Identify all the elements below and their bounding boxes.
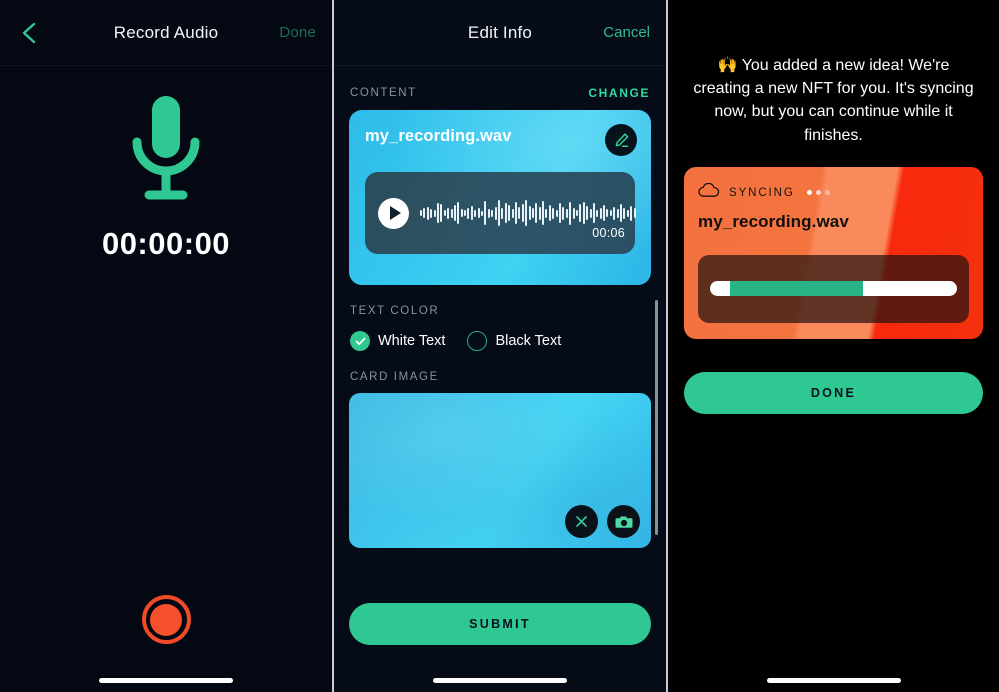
submit-button[interactable]: SUBMIT xyxy=(349,603,651,645)
cloud-icon xyxy=(698,182,720,203)
audio-filename: my_recording.wav xyxy=(365,127,512,145)
record-nav-bar: Record Audio Done xyxy=(0,0,332,66)
content-section-label: CONTENT xyxy=(350,87,417,99)
audio-preview-card: my_recording.wav 00:06 xyxy=(349,110,651,285)
card-image-section-header: CARD IMAGE xyxy=(334,371,666,383)
cancel-button[interactable]: Cancel xyxy=(603,24,650,41)
done-button[interactable]: DONE xyxy=(684,371,983,414)
radio-label: White Text xyxy=(378,333,446,349)
progress-bar-fill xyxy=(729,281,864,297)
audio-duration: 00:06 xyxy=(592,226,625,240)
record-circle-icon[interactable] xyxy=(141,595,191,644)
chevron-left-icon[interactable] xyxy=(16,20,42,46)
loading-dots-icon xyxy=(806,190,830,196)
sync-filename: my_recording.wav xyxy=(698,211,849,231)
change-content-button[interactable]: CHANGE xyxy=(588,86,650,100)
progress-container xyxy=(698,254,969,323)
camera-icon[interactable] xyxy=(607,505,640,538)
text-color-options: White Text Black Text xyxy=(334,331,666,351)
record-audio-screen: Record Audio Done 00:00:00 xyxy=(0,0,332,692)
done-button[interactable]: Done xyxy=(279,24,316,41)
progress-bar xyxy=(710,281,957,297)
home-indicator xyxy=(766,678,901,683)
card-image-section-label: CARD IMAGE xyxy=(350,371,439,383)
three-screen-flow: Record Audio Done 00:00:00 Edit Info Can… xyxy=(0,0,999,692)
radio-circle-icon xyxy=(467,331,488,351)
record-button-area xyxy=(0,595,332,644)
text-color-section-header: TEXT COLOR xyxy=(334,305,666,317)
sync-status-card: SYNCING my_recording.wav xyxy=(684,166,983,339)
check-icon xyxy=(350,331,370,351)
edit-info-screen: Edit Info Cancel CONTENT CHANGE my_recor… xyxy=(334,0,666,692)
sync-status-row: SYNCING xyxy=(698,182,969,203)
close-x-icon[interactable] xyxy=(565,505,598,538)
radio-white-text[interactable]: White Text xyxy=(350,331,445,351)
pencil-icon[interactable] xyxy=(605,124,637,156)
microphone-icon xyxy=(0,92,332,210)
card-image-actions xyxy=(565,505,640,538)
vertical-scrollbar[interactable] xyxy=(655,300,658,535)
syncing-screen: 🙌 You added a new idea! We're creating a… xyxy=(668,0,999,692)
edit-nav-bar: Edit Info Cancel xyxy=(334,0,666,66)
sync-status-label: SYNCING xyxy=(729,186,795,199)
content-section-header: CONTENT CHANGE xyxy=(334,86,666,100)
text-color-section-label: TEXT COLOR xyxy=(350,305,440,317)
card-image-preview[interactable] xyxy=(349,393,651,548)
audio-player[interactable] xyxy=(365,172,636,254)
home-indicator xyxy=(433,678,567,683)
radio-label: Black Text xyxy=(495,333,562,349)
sync-message: 🙌 You added a new idea! We're creating a… xyxy=(693,57,974,144)
recording-timer: 00:00:00 xyxy=(101,226,231,261)
radio-black-text[interactable]: Black Text xyxy=(467,331,561,351)
play-icon[interactable] xyxy=(378,197,409,229)
home-indicator xyxy=(99,678,233,683)
